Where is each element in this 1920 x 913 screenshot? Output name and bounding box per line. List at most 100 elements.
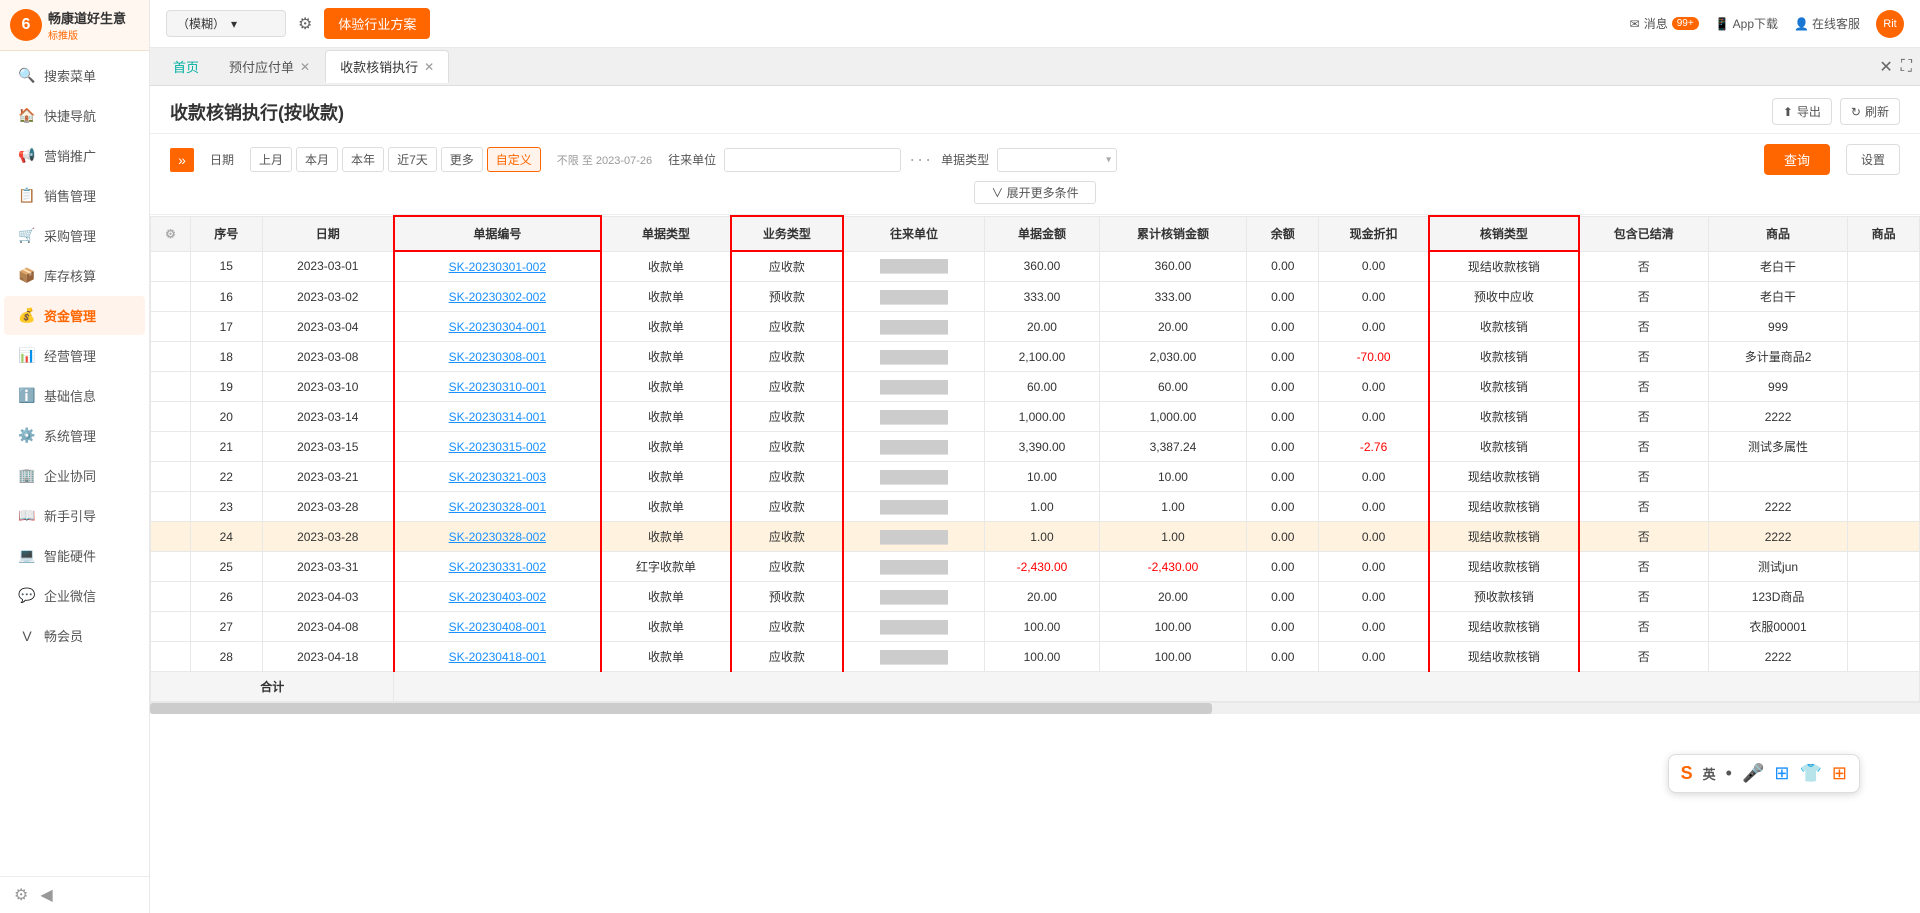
guide-icon: 📖 (18, 507, 36, 524)
column-settings-th[interactable]: ⚙ (151, 216, 191, 251)
this-month-button[interactable]: 本月 (296, 147, 338, 172)
industry-solution-button[interactable]: 体验行业方案 (324, 8, 430, 39)
table-cell: 否 (1579, 251, 1709, 282)
workspace-dropdown[interactable]: （模糊） ▾ (166, 10, 286, 37)
table-cell: 0.00 (1247, 312, 1319, 342)
sidebar-item-wechat[interactable]: 💬 企业微信 (4, 576, 145, 615)
voice-icon[interactable]: 🎤 (1742, 763, 1764, 784)
sidebar-item-member[interactable]: V 畅会员 (4, 616, 145, 655)
settings-icon[interactable]: ⚙ (14, 885, 28, 905)
last-7days-button[interactable]: 近7天 (388, 147, 437, 172)
table-cell: 60.00 (1099, 372, 1247, 402)
table-row[interactable]: 252023-03-31SK-20230331-002红字收款单应收款█████… (151, 552, 1920, 582)
sidebar-item-operations[interactable]: 📊 经营管理 (4, 336, 145, 375)
table-row[interactable]: 222023-03-21SK-20230321-003收款单应收款███████… (151, 462, 1920, 492)
close-tab-button[interactable]: ✕ (1879, 57, 1892, 77)
table-row[interactable]: 262023-04-03SK-20230403-002收款单预收款███████… (151, 582, 1920, 612)
doc-number-link[interactable]: SK-20230408-001 (449, 620, 546, 634)
doc-number-link[interactable]: SK-20230315-002 (449, 440, 546, 454)
sidebar-item-inventory[interactable]: 📦 库存核算 (4, 256, 145, 295)
partner-input[interactable] (724, 148, 901, 172)
table-cell (151, 552, 191, 582)
horizontal-scrollbar[interactable] (150, 702, 1920, 714)
more-date-button[interactable]: 更多 (441, 147, 483, 172)
doc-number-link[interactable]: SK-20230308-001 (449, 350, 546, 364)
table-row[interactable]: 272023-04-08SK-20230408-001收款单应收款███████… (151, 612, 1920, 642)
scrollbar-thumb[interactable] (150, 703, 1212, 714)
sidebar-item-quick[interactable]: 🏠 快捷导航 (4, 96, 145, 135)
doc-number-link[interactable]: SK-20230314-001 (449, 410, 546, 424)
table-row[interactable]: 242023-03-28SK-20230328-002收款单应收款███████… (151, 522, 1920, 552)
doc-number-link[interactable]: SK-20230418-001 (449, 650, 546, 664)
shirt-icon[interactable]: 👕 (1799, 763, 1821, 784)
table-row[interactable]: 282023-04-18SK-20230418-001收款单应收款███████… (151, 642, 1920, 672)
table-cell: SK-20230304-001 (394, 312, 601, 342)
doc-number-link[interactable]: SK-20230302-002 (449, 290, 546, 304)
doc-number-link[interactable]: SK-20230403-002 (449, 590, 546, 604)
table-cell: 100.00 (985, 612, 1099, 642)
filter-expand-button[interactable]: » (170, 148, 194, 172)
expand-tab-button[interactable]: ⛶ (1901, 57, 1912, 77)
sidebar-item-guide[interactable]: 📖 新手引导 (4, 496, 145, 535)
table-row[interactable]: 152023-03-01SK-20230301-002收款单应收款███████… (151, 251, 1920, 282)
doc-number-link[interactable]: SK-20230328-001 (449, 500, 546, 514)
punctuation-icon[interactable]: • (1726, 763, 1732, 784)
table-row[interactable]: 202023-03-14SK-20230314-001收款单应收款███████… (151, 402, 1920, 432)
table-cell: 2023-04-03 (262, 582, 394, 612)
collapse-sidebar-icon[interactable]: ◀ (40, 885, 52, 905)
sidebar-item-system[interactable]: ⚙️ 系统管理 (4, 416, 145, 455)
table-area[interactable]: ⚙ 序号 日期 单据编号 单据类型 业务类型 往来单位 单据金额 累计核销金额 … (150, 215, 1920, 913)
user-avatar[interactable]: Rit (1876, 10, 1904, 38)
this-year-button[interactable]: 本年 (342, 147, 384, 172)
column-date: 日期 (262, 216, 394, 251)
sidebar-item-marketing[interactable]: 📢 营销推广 (4, 136, 145, 175)
messages-button[interactable]: ✉ 消息 99+ (1630, 15, 1699, 32)
last-month-button[interactable]: 上月 (250, 147, 292, 172)
sidebar-item-finance[interactable]: 💰 资金管理 (4, 296, 145, 335)
tab-home[interactable]: 首页 (158, 50, 214, 83)
table-row[interactable]: 182023-03-08SK-20230308-001收款单应收款███████… (151, 342, 1920, 372)
refresh-button[interactable]: ↻ 刷新 (1840, 98, 1900, 125)
sidebar-item-enterprise[interactable]: 🏢 企业协同 (4, 456, 145, 495)
doc-type-select[interactable]: 收款单 红字收款单 (997, 148, 1117, 172)
doc-number-link[interactable]: SK-20230331-002 (449, 560, 546, 574)
table-cell: 2023-03-04 (262, 312, 394, 342)
sidebar-item-sales[interactable]: 📋 销售管理 (4, 176, 145, 215)
online-service-button[interactable]: 👤 在线客服 (1794, 15, 1860, 32)
table-cell: 否 (1579, 342, 1709, 372)
gear-icon[interactable]: ⚙ (298, 14, 312, 34)
date-buttons: 上月 本月 本年 近7天 更多 自定义 (250, 147, 541, 172)
keyboard-icon[interactable]: ⊞ (1774, 763, 1789, 784)
basic-icon: ℹ️ (18, 387, 36, 404)
sidebar-item-hardware[interactable]: 💻 智能硬件 (4, 536, 145, 575)
table-row[interactable]: 162023-03-02SK-20230302-002收款单预收款███████… (151, 282, 1920, 312)
table-row[interactable]: 232023-03-28SK-20230328-001收款单应收款███████… (151, 492, 1920, 522)
collection-tab-close-icon[interactable]: ✕ (424, 60, 434, 74)
doc-number-link[interactable]: SK-20230301-002 (449, 260, 546, 274)
table-cell: 红字收款单 (601, 552, 731, 582)
tab-payable[interactable]: 预付应付单 ✕ (214, 50, 325, 83)
sidebar-item-purchase[interactable]: 🛒 采购管理 (4, 216, 145, 255)
doc-number-link[interactable]: SK-20230304-001 (449, 320, 546, 334)
table-row[interactable]: 212023-03-15SK-20230315-002收款单应收款███████… (151, 432, 1920, 462)
english-icon[interactable]: 英 (1703, 764, 1716, 783)
sidebar-item-label: 畅会员 (44, 626, 83, 645)
setting-button[interactable]: 设置 (1846, 144, 1900, 175)
doc-number-link[interactable]: SK-20230321-003 (449, 470, 546, 484)
custom-date-button[interactable]: 自定义 (487, 147, 541, 172)
table-cell: 应收款 (731, 612, 842, 642)
sidebar-item-search[interactable]: 🔍 搜索菜单 (4, 56, 145, 95)
tab-collection[interactable]: 收款核销执行 ✕ (325, 50, 449, 83)
doc-number-link[interactable]: SK-20230328-002 (449, 530, 546, 544)
table-row[interactable]: 192023-03-10SK-20230310-001收款单应收款███████… (151, 372, 1920, 402)
table-row[interactable]: 172023-03-04SK-20230304-001收款单应收款███████… (151, 312, 1920, 342)
sidebar-item-basic[interactable]: ℹ️ 基础信息 (4, 376, 145, 415)
payable-tab-close-icon[interactable]: ✕ (300, 60, 310, 74)
grid-icon[interactable]: ⊞ (1832, 763, 1847, 784)
query-button[interactable]: 查询 (1764, 144, 1830, 175)
app-download-button[interactable]: 📱 App下载 (1715, 15, 1778, 32)
table-cell: 0.00 (1247, 372, 1319, 402)
export-button[interactable]: ⬆ 导出 (1772, 98, 1832, 125)
doc-number-link[interactable]: SK-20230310-001 (449, 380, 546, 394)
expand-more-button[interactable]: ∨ 展开更多条件 (974, 181, 1095, 204)
